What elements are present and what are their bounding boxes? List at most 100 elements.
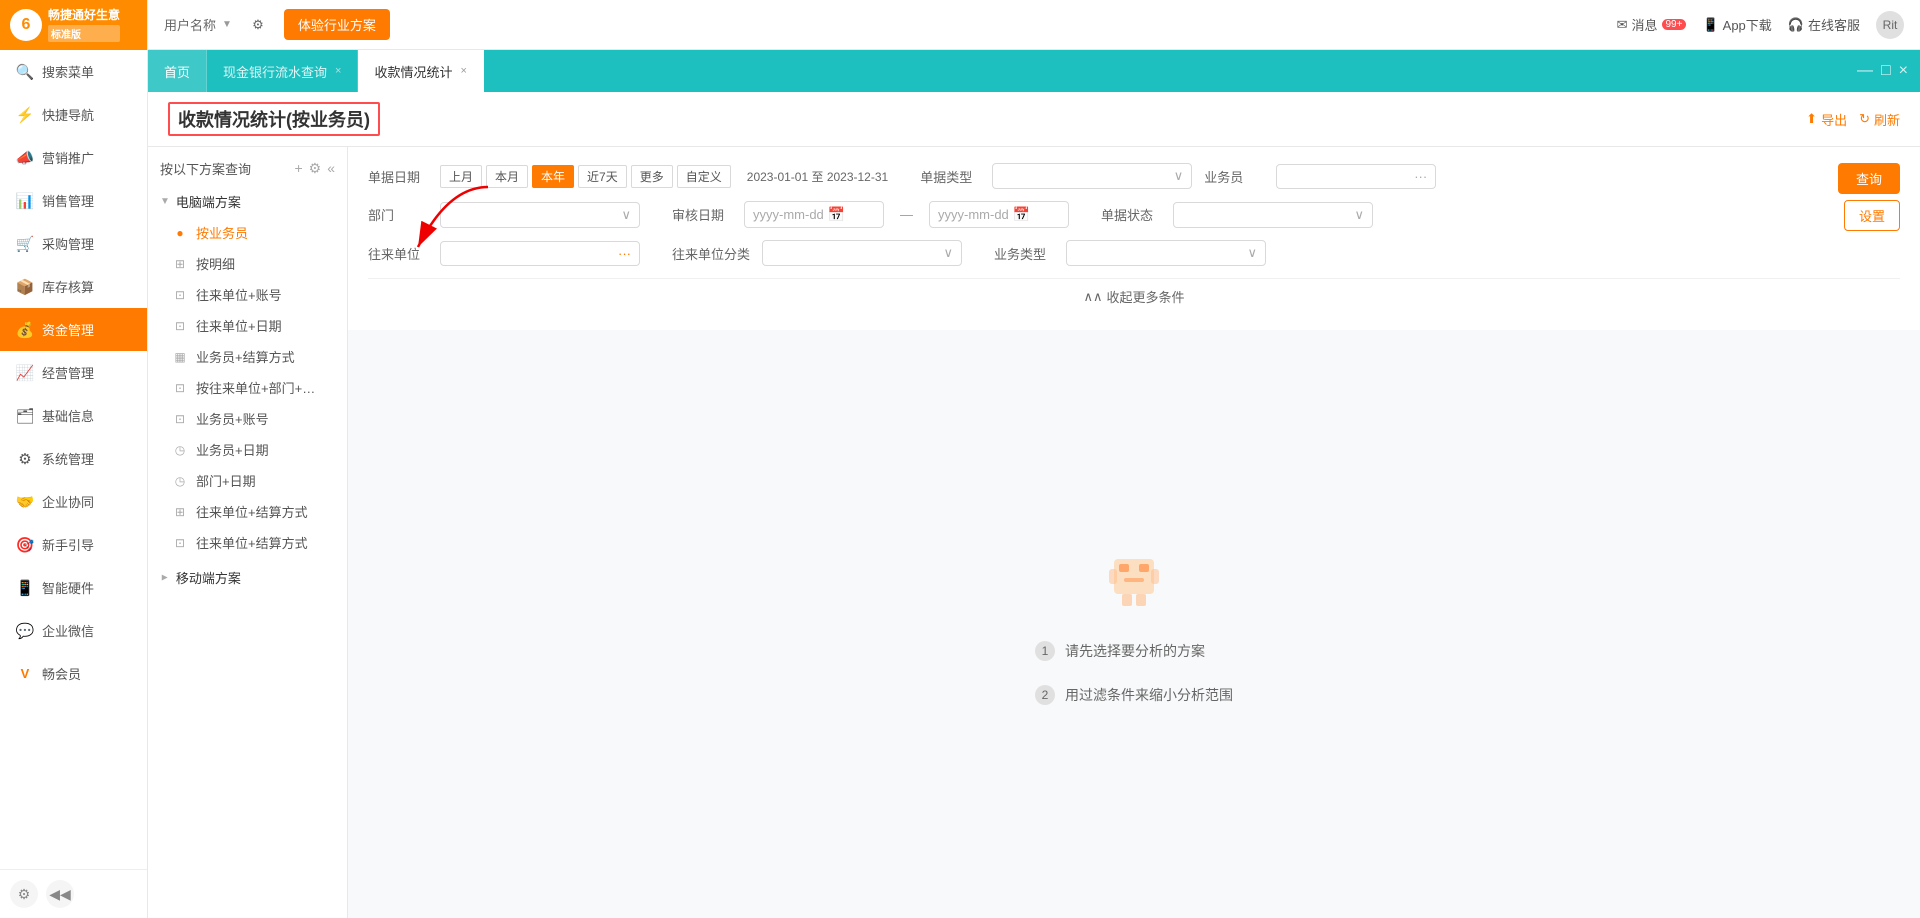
tab-home[interactable]: 首页 bbox=[148, 50, 207, 92]
date-tab-this-year[interactable]: 本年 bbox=[532, 165, 574, 188]
scheme-item-1[interactable]: ⊞ 按明细 bbox=[148, 248, 347, 279]
calendar-to-icon[interactable]: 📅 bbox=[1013, 206, 1030, 223]
scheme-item-10[interactable]: ⊡ 往来单位+结算方式 bbox=[148, 527, 347, 558]
scheme-item-4[interactable]: ▦ 业务员+结算方式 bbox=[148, 341, 347, 372]
salesman-more[interactable]: ··· bbox=[1414, 169, 1427, 184]
sidebar-item-system[interactable]: ⚙ 系统管理 bbox=[0, 437, 147, 480]
set-button[interactable]: 设置 bbox=[1844, 200, 1900, 231]
tab-collection[interactable]: 收款情况统计 × bbox=[358, 50, 483, 92]
partner-category-label: 往来单位分类 bbox=[672, 244, 750, 263]
tab-close-all-icon[interactable]: × bbox=[1899, 62, 1908, 80]
empty-step-2: 2 用过滤条件来缩小分析范围 bbox=[1035, 685, 1233, 705]
sidebar-item-search[interactable]: 🔍 搜索菜单 bbox=[0, 50, 147, 93]
sidebar-item-operations[interactable]: 📈 经营管理 bbox=[0, 351, 147, 394]
tab-minimize-icon[interactable]: — bbox=[1857, 62, 1873, 80]
tab-bank-flow-close[interactable]: × bbox=[335, 65, 341, 77]
sidebar-item-beginner[interactable]: 🎯 新手引导 bbox=[0, 523, 147, 566]
user-dropdown-arrow[interactable]: ▼ bbox=[222, 19, 232, 30]
scheme-item-9[interactable]: ⊞ 往来单位+结算方式 bbox=[148, 496, 347, 527]
tab-maximize-icon[interactable]: □ bbox=[1881, 62, 1891, 80]
date-tab-last-month[interactable]: 上月 bbox=[440, 165, 482, 188]
scheme-item-2[interactable]: ⊡ 往来单位+账号 bbox=[148, 279, 347, 310]
sidebar-item-smart-hw[interactable]: 📱 智能硬件 bbox=[0, 566, 147, 609]
salesman-label: 业务员 bbox=[1204, 167, 1264, 186]
sidebar-item-marketing[interactable]: 📣 营销推广 bbox=[0, 136, 147, 179]
biz-type-arrow: ∨ bbox=[1248, 245, 1258, 261]
date-tab-this-month[interactable]: 本月 bbox=[486, 165, 528, 188]
review-date-from[interactable]: yyyy-mm-dd 📅 bbox=[744, 201, 884, 228]
empty-state-steps: 1 请先选择要分析的方案 2 用过滤条件来缩小分析范围 bbox=[1035, 641, 1233, 717]
member-icon: V bbox=[16, 665, 34, 683]
topbar-gear-button[interactable]: ⚙ bbox=[244, 11, 272, 39]
sidebar-item-basic-info[interactable]: 🗂 基础信息 bbox=[0, 394, 147, 437]
scheme-add-icon[interactable]: + bbox=[294, 160, 302, 177]
review-date-to[interactable]: yyyy-mm-dd 📅 bbox=[929, 201, 1069, 228]
scheme-item-8[interactable]: ◷ 部门+日期 bbox=[148, 465, 347, 496]
review-date-from-value: yyyy-mm-dd bbox=[753, 207, 824, 222]
online-service-link[interactable]: 🎧 在线客服 bbox=[1788, 15, 1860, 34]
header-actions: ⬆ 导出 ↻ 刷新 bbox=[1806, 110, 1900, 129]
messages-button[interactable]: ✉ 消息 99+ bbox=[1617, 15, 1687, 34]
sidebar-item-quick-nav[interactable]: ⚡ 快捷导航 bbox=[0, 93, 147, 136]
tab-collection-close[interactable]: × bbox=[460, 65, 466, 77]
scheme-item-3[interactable]: ⊡ 往来单位+日期 bbox=[148, 310, 347, 341]
sidebar-item-sales[interactable]: 📊 销售管理 bbox=[0, 179, 147, 222]
date-filter-row: 单据日期 上月 本月 本年 近7天 更多 自定义 2023-01-01 至 20… bbox=[368, 163, 1822, 189]
refresh-icon: ↻ bbox=[1859, 111, 1870, 127]
salesman-select[interactable]: ··· bbox=[1276, 164, 1436, 189]
partner-category-select[interactable]: ∨ bbox=[762, 240, 962, 266]
filter-buttons: 查询 设置 bbox=[1838, 163, 1900, 231]
dept-select[interactable]: ∨ bbox=[440, 202, 640, 228]
empty-step-1: 1 请先选择要分析的方案 bbox=[1035, 641, 1233, 661]
collapse-sidebar-icon[interactable]: ◀◀ bbox=[46, 880, 74, 908]
scheme-group-mobile-title[interactable]: ▼ 移动端方案 bbox=[148, 562, 347, 593]
partner-more[interactable]: ··· bbox=[618, 246, 631, 261]
trial-industry-button[interactable]: 体验行业方案 bbox=[284, 9, 390, 40]
app-download-link[interactable]: 📱 App下载 bbox=[1702, 15, 1771, 34]
right-content: 单据日期 上月 本月 本年 近7天 更多 自定义 2023-01-01 至 20… bbox=[348, 147, 1920, 918]
scheme-item-7[interactable]: ◷ 业务员+日期 bbox=[148, 434, 347, 465]
step-2-label: 用过滤条件来缩小分析范围 bbox=[1065, 685, 1233, 705]
scheme-panel: 按以下方案查询 + ⚙ « bbox=[148, 147, 348, 918]
sidebar-item-wechat[interactable]: 💬 企业微信 bbox=[0, 609, 147, 652]
refresh-button[interactable]: ↻ 刷新 bbox=[1859, 110, 1900, 129]
scheme-item-0-icon: ● bbox=[172, 225, 188, 241]
sidebar-item-purchase[interactable]: 🛒 采购管理 bbox=[0, 222, 147, 265]
partner-select[interactable]: ··· bbox=[440, 241, 640, 266]
collapse-conditions-button[interactable]: ∧∧ 收起更多条件 bbox=[368, 278, 1900, 314]
scheme-item-3-icon: ⊡ bbox=[172, 318, 188, 334]
scheme-item-5[interactable]: ⊡ 按往来单位+部门+收... bbox=[148, 372, 347, 403]
app-download-icon: 📱 bbox=[1702, 17, 1718, 33]
date-tab-custom[interactable]: 自定义 bbox=[677, 165, 731, 188]
scheme-item-4-label: 业务员+结算方式 bbox=[196, 347, 295, 366]
scheme-group-desktop-title[interactable]: ▼ 电脑端方案 bbox=[148, 186, 347, 217]
export-button[interactable]: ⬆ 导出 bbox=[1806, 110, 1847, 129]
scheme-item-10-icon: ⊡ bbox=[172, 535, 188, 551]
edition-badge: 标准版 bbox=[48, 25, 120, 42]
scheme-settings-icon[interactable]: ⚙ bbox=[309, 160, 322, 177]
scheme-item-6[interactable]: ⊡ 业务员+账号 bbox=[148, 403, 347, 434]
page-title: 收款情况统计(按业务员) bbox=[168, 102, 380, 136]
chevron-up-icon: ∧∧ bbox=[1083, 289, 1102, 305]
scheme-collapse-icon[interactable]: « bbox=[327, 160, 335, 177]
sidebar-item-member[interactable]: V 畅会员 bbox=[0, 652, 147, 695]
scheme-item-0[interactable]: ● 按业务员 bbox=[148, 217, 347, 248]
query-button[interactable]: 查询 bbox=[1838, 163, 1900, 194]
date-tab-7days[interactable]: 近7天 bbox=[578, 165, 627, 188]
sidebar-item-capital[interactable]: 💰 资金管理 bbox=[0, 308, 147, 351]
scheme-item-10-label: 往来单位+结算方式 bbox=[196, 533, 308, 552]
date-tab-more[interactable]: 更多 bbox=[631, 165, 673, 188]
doc-status-select[interactable]: ∨ bbox=[1173, 202, 1373, 228]
topbar-right: ✉ 消息 99+ 📱 App下载 🎧 在线客服 Rit bbox=[1617, 11, 1904, 39]
biz-type-select[interactable]: ∨ bbox=[1066, 240, 1266, 266]
calendar-from-icon[interactable]: 📅 bbox=[828, 206, 845, 223]
logo-icon: 6 bbox=[10, 9, 42, 41]
sidebar-item-inventory[interactable]: 📦 库存核算 bbox=[0, 265, 147, 308]
messages-badge: 99+ bbox=[1662, 19, 1687, 30]
tab-bank-flow[interactable]: 现金银行流水查询 × bbox=[207, 50, 358, 92]
sidebar-item-enterprise[interactable]: 🤝 企业协同 bbox=[0, 480, 147, 523]
settings-bottom-icon[interactable]: ⚙ bbox=[10, 880, 38, 908]
doc-type-arrow: ∨ bbox=[1174, 168, 1184, 184]
user-avatar[interactable]: Rit bbox=[1876, 11, 1904, 39]
doc-type-select[interactable]: ∨ bbox=[992, 163, 1192, 189]
